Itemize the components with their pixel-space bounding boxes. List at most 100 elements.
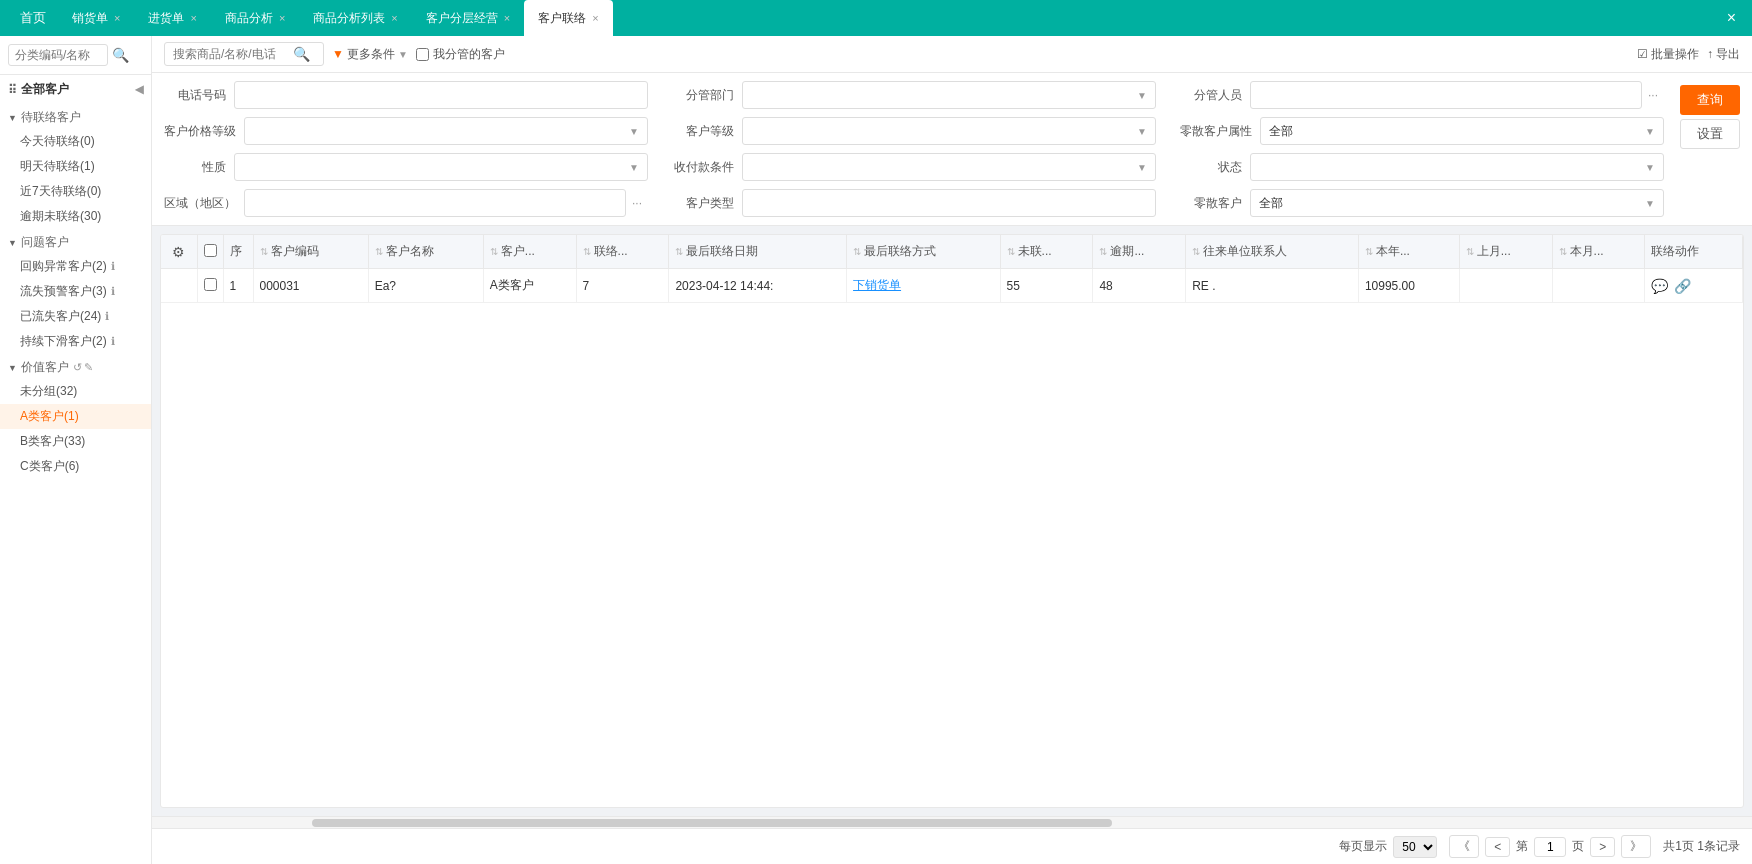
th-level: ⇅客户... <box>483 235 576 269</box>
th-checkbox <box>197 235 223 269</box>
retail-attr-arrow: ▼ <box>1645 126 1655 137</box>
select-all-checkbox[interactable] <box>204 244 217 257</box>
main-layout: 🔍 ⠿ 全部客户 ◀ ▼ 待联络客户 今天待联络(0) 明天待联络(1) 近7天… <box>0 36 1752 864</box>
cell-code: 000031 <box>253 269 368 303</box>
close-tab-3[interactable]: × <box>391 12 397 24</box>
price-level-label: 客户价格等级 <box>164 123 244 140</box>
export-btn[interactable]: ↑ 导出 <box>1707 46 1740 63</box>
close-tab-1[interactable]: × <box>190 12 196 24</box>
scrollbar-thumb[interactable] <box>312 819 1112 827</box>
sidebar-search-icon[interactable]: 🔍 <box>112 47 129 63</box>
th-code: ⇅客户编码 <box>253 235 368 269</box>
sidebar-item-7days[interactable]: 近7天待联络(0) <box>0 179 151 204</box>
sidebar-item-b-class[interactable]: B类客户(33) <box>0 429 151 454</box>
sidebar-item-churn-warning[interactable]: 流失预警客户(3) ℹ <box>0 279 151 304</box>
dept-select[interactable]: ▼ <box>742 81 1156 109</box>
filter-cell-manager: 分管人员 ··· <box>1180 81 1664 109</box>
sidebar-item-repurchase-anomaly[interactable]: 回购异常客户(2) ℹ <box>0 254 151 279</box>
customer-type-input[interactable] <box>742 189 1156 217</box>
sidebar-item-ungrouped[interactable]: 未分组(32) <box>0 379 151 404</box>
setting-button[interactable]: 设置 <box>1680 119 1740 149</box>
next-page-btn[interactable]: > <box>1590 837 1615 857</box>
window-close-btn[interactable]: × <box>1719 9 1744 27</box>
th-this-year: ⇅本年... <box>1358 235 1459 269</box>
nav-home[interactable]: 首页 <box>8 0 58 36</box>
page-number-input[interactable] <box>1534 837 1566 857</box>
nav-tab-2[interactable]: 商品分析 × <box>211 0 299 36</box>
chat-icon[interactable]: 💬 <box>1651 278 1668 294</box>
th-contact2: ⇅往来单位联系人 <box>1186 235 1359 269</box>
filter-search-input[interactable] <box>173 47 293 61</box>
last-method-link[interactable]: 下销货单 <box>853 278 901 292</box>
nav-tab-1[interactable]: 进货单 × <box>134 0 210 36</box>
manager-dots[interactable]: ··· <box>1642 88 1664 102</box>
batch-op-btn[interactable]: ☑ 批量操作 <box>1637 46 1699 63</box>
phone-input[interactable] <box>234 81 648 109</box>
sidebar-item-today[interactable]: 今天待联络(0) <box>0 129 151 154</box>
filter-more-btn[interactable]: ▼ 更多条件 ▼ <box>332 46 408 63</box>
group-value-customers[interactable]: ▼ 价值客户 ↺ ✎ <box>0 354 151 379</box>
nav-tab-3[interactable]: 商品分析列表 × <box>299 0 411 36</box>
payment-arrow: ▼ <box>1137 162 1147 173</box>
manager-input[interactable] <box>1250 81 1642 109</box>
edit-icon[interactable]: ✎ <box>84 361 93 374</box>
chevron-down-icon: ▼ <box>398 49 408 60</box>
retail-attr-select[interactable]: 全部 ▼ <box>1260 117 1664 145</box>
close-tab-2[interactable]: × <box>279 12 285 24</box>
nature-select[interactable]: ▼ <box>234 153 648 181</box>
collapse-icon[interactable]: ◀ <box>135 83 143 96</box>
th-last-date: ⇅最后联络日期 <box>669 235 847 269</box>
refresh-icon[interactable]: ↺ <box>73 361 82 374</box>
sidebar-all-customers[interactable]: ⠿ 全部客户 ◀ <box>0 75 151 104</box>
my-customers-checkbox[interactable] <box>416 48 429 61</box>
pagination: 《 < 第 页 > 》 <box>1449 835 1651 858</box>
group-problem-customers[interactable]: ▼ 问题客户 <box>0 229 151 254</box>
retail-select[interactable]: 全部 ▼ <box>1250 189 1664 217</box>
close-tab-4[interactable]: × <box>504 12 510 24</box>
export-icon: ↑ <box>1707 47 1713 61</box>
th-this-month: ⇅本月... <box>1552 235 1645 269</box>
horizontal-scrollbar[interactable] <box>152 816 1752 828</box>
sidebar-search-input[interactable] <box>8 44 108 66</box>
query-button[interactable]: 查询 <box>1680 85 1740 115</box>
customer-level-select[interactable]: ▼ <box>742 117 1156 145</box>
sidebar-item-overdue[interactable]: 逾期未联络(30) <box>0 204 151 229</box>
nav-tab-4[interactable]: 客户分层经营 × <box>412 0 524 36</box>
close-tab-0[interactable]: × <box>114 12 120 24</box>
sidebar-item-churned[interactable]: 已流失客户(24) ℹ <box>0 304 151 329</box>
sidebar-item-a-class[interactable]: A类客户(1) <box>0 404 151 429</box>
th-uncontacted: ⇅未联... <box>1000 235 1093 269</box>
link-icon[interactable]: 🔗 <box>1674 278 1691 294</box>
first-page-btn[interactable]: 《 <box>1449 835 1479 858</box>
payment-select[interactable]: ▼ <box>742 153 1156 181</box>
sidebar-item-declining[interactable]: 持续下滑客户(2) ℹ <box>0 329 151 354</box>
gear-icon[interactable]: ⚙ <box>172 244 185 260</box>
filter-search-icon[interactable]: 🔍 <box>293 46 310 62</box>
filter-cell-nature: 性质 ▼ <box>164 153 648 181</box>
sidebar-item-tomorrow[interactable]: 明天待联络(1) <box>0 154 151 179</box>
nav-tab-5[interactable]: 客户联络 × <box>524 0 612 36</box>
row-checkbox[interactable] <box>204 278 217 291</box>
group-pending-contact[interactable]: ▼ 待联络客户 <box>0 104 151 129</box>
my-customers-filter[interactable]: 我分管的客户 <box>416 46 505 63</box>
info-icon-3: ℹ <box>111 335 115 348</box>
status-select[interactable]: ▼ <box>1250 153 1664 181</box>
per-page-select[interactable]: 50 <box>1393 836 1437 858</box>
status-label: 状态 <box>1180 159 1250 176</box>
phone-label: 电话号码 <box>164 87 234 104</box>
manager-label: 分管人员 <box>1180 87 1250 104</box>
last-page-btn[interactable]: 》 <box>1621 835 1651 858</box>
prev-page-btn[interactable]: < <box>1485 837 1510 857</box>
cell-uncontacted: 55 <box>1000 269 1093 303</box>
price-level-select[interactable]: ▼ <box>244 117 648 145</box>
info-icon-1: ℹ <box>111 285 115 298</box>
th-gear: ⚙ <box>161 235 197 269</box>
sidebar-item-c-class[interactable]: C类客户(6) <box>0 454 151 479</box>
close-tab-5[interactable]: × <box>592 12 598 24</box>
retail-attr-label: 零散客户属性 <box>1180 123 1260 140</box>
nav-tab-0[interactable]: 销货单 × <box>58 0 134 36</box>
status-arrow: ▼ <box>1645 162 1655 173</box>
cell-this-year: 10995.00 <box>1358 269 1459 303</box>
region-input[interactable] <box>244 189 626 217</box>
region-dots[interactable]: ··· <box>626 196 648 210</box>
